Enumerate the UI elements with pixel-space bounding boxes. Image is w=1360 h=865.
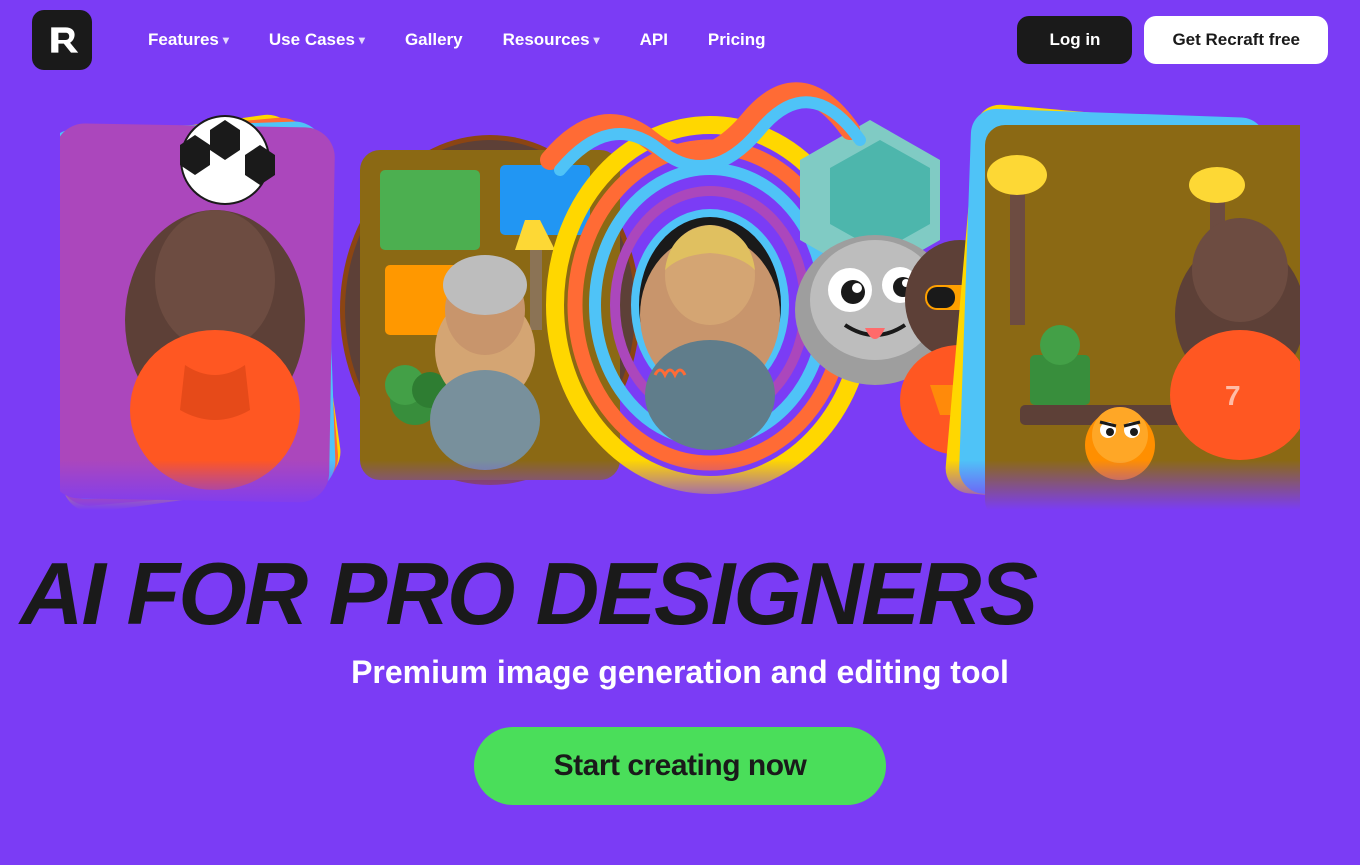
collage-svg: 7 <box>0 80 1360 510</box>
chevron-down-icon: ▾ <box>359 33 365 47</box>
nav-resources[interactable]: Resources ▾ <box>487 22 616 58</box>
logo[interactable] <box>32 10 92 70</box>
nav-pricing[interactable]: Pricing <box>692 22 782 58</box>
chevron-down-icon: ▾ <box>223 33 229 47</box>
start-creating-button[interactable]: Start creating now <box>474 727 887 805</box>
login-button[interactable]: Log in <box>1017 16 1132 64</box>
hero-text-section: AI FOR PRO DESIGNERS Premium image gener… <box>0 510 1360 865</box>
nav-actions: Log in Get Recraft free <box>1017 16 1328 64</box>
nav-api[interactable]: API <box>624 22 684 58</box>
hero-image-collage: 7 <box>0 80 1360 510</box>
get-recraft-free-button[interactable]: Get Recraft free <box>1144 16 1328 64</box>
nav-features[interactable]: Features ▾ <box>132 22 245 58</box>
nav-gallery[interactable]: Gallery <box>389 22 479 58</box>
chevron-down-icon: ▾ <box>594 33 600 47</box>
nav-use-cases[interactable]: Use Cases ▾ <box>253 22 381 58</box>
logo-icon <box>44 22 80 58</box>
svg-text:7: 7 <box>1225 380 1241 411</box>
nav-links: Features ▾ Use Cases ▾ Gallery Resources… <box>132 22 1017 58</box>
hero-headline: AI FOR PRO DESIGNERS <box>0 550 1360 638</box>
hero-subheadline: Premium image generation and editing too… <box>0 654 1360 691</box>
navbar: Features ▾ Use Cases ▾ Gallery Resources… <box>0 0 1360 80</box>
